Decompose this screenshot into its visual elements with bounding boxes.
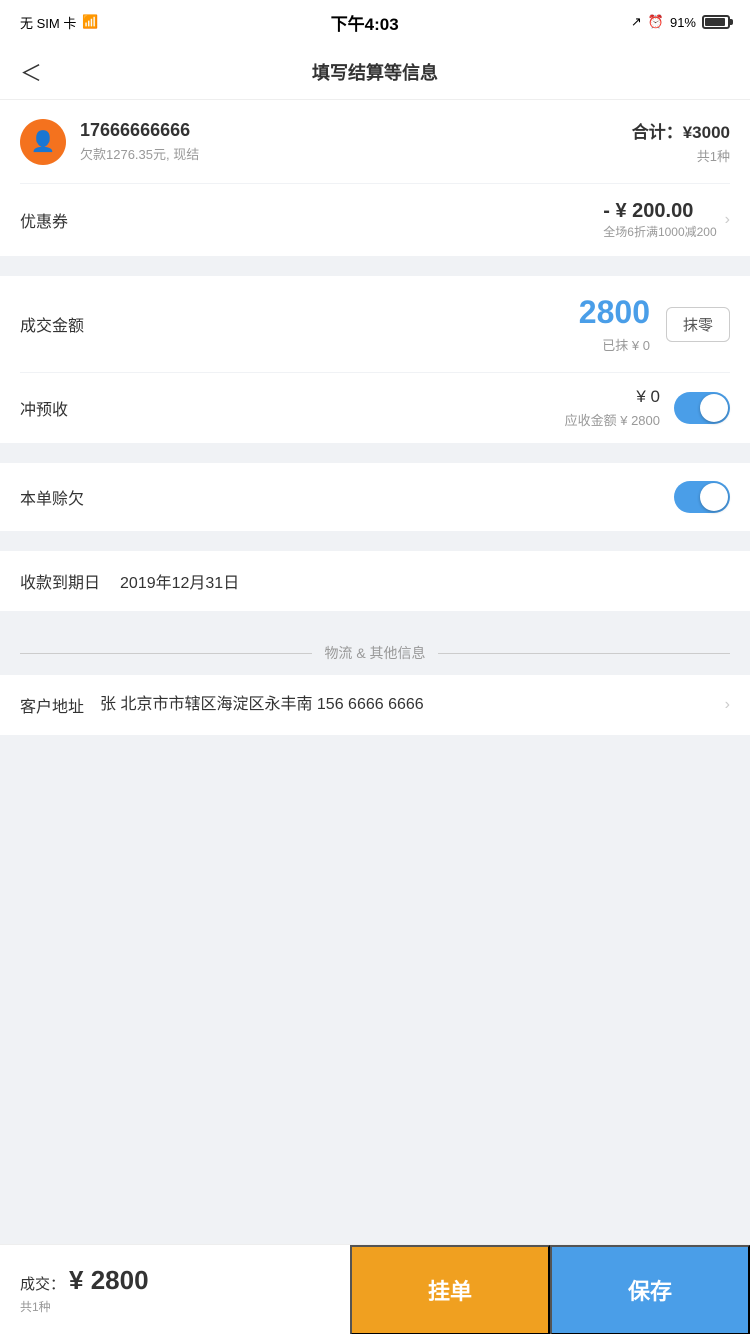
- carrier-text: 无 SIM 卡: [20, 13, 76, 32]
- transaction-amount: 2800: [579, 294, 650, 331]
- total-amount: 合计：¥3000: [632, 118, 730, 143]
- chevron-right-icon: ›: [725, 211, 730, 229]
- address-chevron-icon: ›: [725, 696, 730, 714]
- coupon-right: - ¥ 200.00 全场6折满1000减200 ›: [603, 200, 730, 240]
- status-time: 下午4:03: [331, 10, 399, 35]
- bottom-bar: 成交： ¥ 2800 共1种 挂单 保存: [0, 1244, 750, 1334]
- save-button[interactable]: 保存: [550, 1245, 750, 1334]
- credit-row: 本单赊欠: [0, 463, 750, 531]
- gray-separator-3: [0, 541, 750, 551]
- gray-separator-4: [0, 621, 750, 631]
- bottom-transaction-row: 成交： ¥ 2800: [20, 1265, 330, 1296]
- gray-separator-1: [0, 266, 750, 276]
- coupon-label: 优惠券: [20, 208, 68, 232]
- credit-card: 本单赊欠: [0, 463, 750, 531]
- bottom-info: 成交： ¥ 2800 共1种: [0, 1265, 350, 1315]
- section-header: 物流 & 其他信息: [0, 631, 750, 675]
- customer-total: 合计：¥3000 共1种: [632, 118, 730, 165]
- status-bar: 无 SIM 卡 📶 下午4:03 ↗ ⏰ 91%: [0, 0, 750, 44]
- prepayment-row: 冲预收 ¥ 0 应收金额 ¥ 2800: [0, 373, 750, 443]
- gray-separator-5: [0, 745, 750, 755]
- credit-toggle-thumb: [700, 483, 728, 511]
- coupon-row[interactable]: 优惠券 - ¥ 200.00 全场6折满1000减200 ›: [0, 184, 750, 256]
- address-card: 客户地址 张 北京市市辖区海淀区永丰南 156 6666 6666 ›: [0, 675, 750, 735]
- prepayment-right: ¥ 0 应收金额 ¥ 2800: [565, 387, 730, 429]
- prepayment-amount: ¥ 0: [565, 387, 660, 407]
- coupon-discount: - ¥ 200.00: [603, 200, 716, 223]
- prepayment-receivable: 应收金额 ¥ 2800: [565, 410, 660, 429]
- back-button[interactable]: ＜: [20, 56, 60, 88]
- customer-left: 👤 17666666666 欠款1276.35元, 现结: [20, 119, 199, 165]
- prepayment-label: 冲预收: [20, 396, 68, 420]
- status-right: ↗ ⏰ 91%: [631, 14, 730, 30]
- due-date-row: 收款到期日 2019年12月31日: [0, 551, 750, 611]
- gray-separator-2: [0, 453, 750, 463]
- transaction-label: 成交金额: [20, 312, 84, 336]
- credit-label: 本单赊欠: [20, 485, 84, 509]
- wifi-icon: 📶: [82, 14, 98, 30]
- alarm-icon: ⏰: [648, 14, 664, 30]
- location-icon: ↗: [631, 14, 642, 30]
- address-row[interactable]: 客户地址 张 北京市市辖区海淀区永丰南 156 6666 6666 ›: [0, 675, 750, 735]
- customer-row: 👤 17666666666 欠款1276.35元, 现结 合计：¥3000 共1…: [0, 100, 750, 183]
- due-date-card: 收款到期日 2019年12月31日: [0, 551, 750, 611]
- due-date-value: 2019年12月31日: [120, 569, 239, 593]
- transaction-card: 成交金额 2800 已抹 ¥ 0 抹零 冲预收 ¥ 0 应收金额 ¥ 2800: [0, 276, 750, 443]
- section-line-left: [20, 653, 312, 654]
- customer-phone: 17666666666: [80, 120, 199, 141]
- credit-toggle[interactable]: [674, 481, 730, 513]
- nav-bar: ＜ 填写结算等信息: [0, 44, 750, 100]
- address-label: 客户地址: [20, 693, 84, 717]
- page-title: 填写结算等信息: [312, 59, 438, 85]
- prepayment-toggle[interactable]: [674, 392, 730, 424]
- bottom-spacer: [0, 755, 750, 835]
- transaction-row: 成交金额 2800 已抹 ¥ 0 抹零: [0, 276, 750, 372]
- toggle-thumb: [700, 394, 728, 422]
- avatar-icon: 👤: [31, 129, 56, 154]
- customer-card: 👤 17666666666 欠款1276.35元, 现结 合计：¥3000 共1…: [0, 100, 750, 256]
- status-left: 无 SIM 卡 📶: [20, 13, 99, 32]
- section-header-text: 物流 & 其他信息: [324, 643, 425, 663]
- transaction-amount-col: 2800 已抹 ¥ 0: [579, 294, 650, 354]
- total-count: 共1种: [632, 146, 730, 165]
- bottom-transaction-label: 成交：: [20, 1273, 65, 1294]
- bottom-amount: ¥ 2800: [69, 1265, 149, 1296]
- prepayment-amount-col: ¥ 0 应收金额 ¥ 2800: [565, 387, 660, 429]
- customer-info: 17666666666 欠款1276.35元, 现结: [80, 120, 199, 163]
- battery-icon: [702, 15, 730, 29]
- avatar: 👤: [20, 119, 66, 165]
- coupon-detail: 全场6折满1000减200: [603, 223, 716, 240]
- due-date-label: 收款到期日: [20, 569, 100, 593]
- section-line-right: [438, 653, 730, 654]
- round-zero-button[interactable]: 抹零: [666, 307, 730, 342]
- hang-button[interactable]: 挂单: [350, 1245, 550, 1334]
- bottom-count: 共1种: [20, 1298, 330, 1315]
- customer-debt: 欠款1276.35元, 现结: [80, 144, 199, 163]
- transaction-sub: 已抹 ¥ 0: [602, 335, 650, 354]
- address-value: 张 北京市市辖区海淀区永丰南 156 6666 6666: [100, 693, 725, 717]
- main-content: 👤 17666666666 欠款1276.35元, 现结 合计：¥3000 共1…: [0, 100, 750, 935]
- battery-text: 91%: [670, 15, 696, 30]
